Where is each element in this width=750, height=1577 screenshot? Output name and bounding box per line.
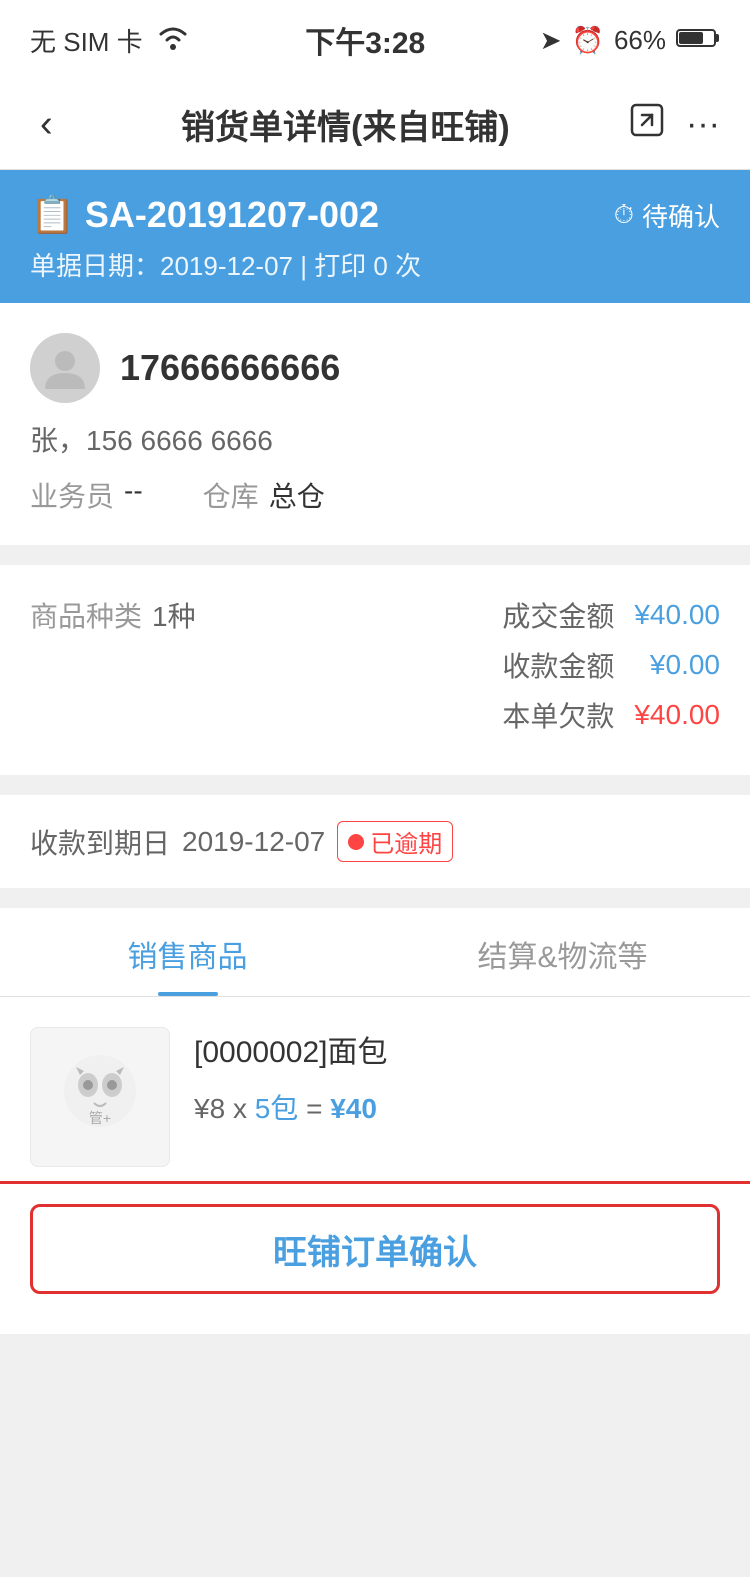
warehouse-item: 仓库 总仓 (203, 475, 325, 515)
due-date-value: 2019-12-07 (182, 826, 325, 858)
amounts-group: 成交金额 ¥40.00 收款金额 ¥0.00 本单欠款 ¥40.00 (502, 595, 720, 745)
price-equals: = (306, 1093, 330, 1124)
receipt-amount-value: ¥0.00 (650, 649, 720, 681)
battery-label: 66% (614, 25, 666, 56)
deal-amount-row: 成交金额 ¥40.00 (502, 595, 720, 635)
alarm-icon: ⏰ (572, 25, 604, 56)
customer-meta: 业务员 -- 仓库 总仓 (30, 475, 720, 515)
tab-settlement-logistics[interactable]: 结算&物流等 (375, 908, 750, 996)
due-date-label: 收款到期日 (30, 822, 170, 862)
nav-bar: ‹ 销货单详情(来自旺铺) ··· (0, 80, 750, 170)
customer-top: 17666666666 (30, 333, 720, 403)
product-thumb-logo: 管+ (60, 1051, 140, 1143)
overdue-badge: 已逾期 (337, 821, 453, 862)
customer-id: 17666666666 (120, 347, 340, 389)
order-status-badge: ⏱ 待确认 (614, 197, 720, 234)
info-row: 商品种类 1种 成交金额 ¥40.00 收款金额 ¥0.00 本单欠款 ¥40.… (30, 595, 720, 745)
order-info-section: 商品种类 1种 成交金额 ¥40.00 收款金额 ¥0.00 本单欠款 ¥40.… (0, 565, 750, 775)
status-bar: 无 SIM 卡 下午3:28 ➤ ⏰ 66% (0, 0, 750, 80)
product-section: 管+ [0000002]面包 ¥8 x 5包 = ¥40 (0, 997, 750, 1197)
order-icon: 📋 (30, 194, 75, 236)
confirm-btn-container: 旺铺订单确认 (0, 1181, 750, 1334)
status-time: 下午3:28 (305, 18, 425, 62)
customer-name-phone: 张，156 6666 6666 (30, 419, 720, 459)
product-type-value: 1种 (152, 595, 196, 635)
order-number-text: SA-20191207-002 (85, 194, 379, 236)
price-unit: ¥8 (194, 1093, 225, 1124)
product-type-group: 商品种类 1种 (30, 595, 196, 645)
status-text: 待确认 (642, 197, 720, 234)
product-info: [0000002]面包 ¥8 x 5包 = ¥40 (194, 1027, 720, 1127)
page-spacer (0, 1417, 750, 1577)
salesman-label: 业务员 (30, 475, 114, 515)
clock-icon: ⏱ (614, 199, 634, 231)
nav-actions: ··· (628, 101, 720, 148)
banner-top: 📋 SA-20191207-002 ⏱ 待确认 (30, 194, 720, 236)
debt-amount-label: 本单欠款 (502, 695, 614, 735)
wifi-icon (155, 24, 191, 57)
due-date-section: 收款到期日 2019-12-07 已逾期 (0, 795, 750, 888)
salesman-item: 业务员 -- (30, 475, 143, 515)
product-name: [0000002]面包 (194, 1027, 720, 1071)
warehouse-label: 仓库 (203, 475, 259, 515)
overdue-text: 已逾期 (370, 824, 442, 859)
customer-section: 17666666666 张，156 6666 6666 业务员 -- 仓库 总仓 (0, 303, 750, 545)
back-button[interactable]: ‹ (30, 93, 63, 156)
page-title: 销货单详情(来自旺铺) (63, 100, 628, 149)
price-multiply: x (233, 1093, 255, 1124)
battery-icon (676, 25, 720, 56)
tabs-bar: 销售商品 结算&物流等 (0, 908, 750, 997)
debt-amount-row: 本单欠款 ¥40.00 (502, 695, 720, 735)
price-total: ¥40 (330, 1093, 377, 1124)
receipt-amount-row: 收款金额 ¥0.00 (502, 645, 720, 685)
warehouse-value: 总仓 (269, 475, 325, 515)
price-quantity: 5包 (255, 1093, 299, 1124)
product-thumbnail: 管+ (30, 1027, 170, 1167)
overdue-dot-icon (348, 834, 364, 850)
debt-amount-value: ¥40.00 (634, 699, 720, 731)
receipt-amount-label: 收款金额 (502, 645, 614, 685)
tab-sales-product[interactable]: 销售商品 (0, 908, 375, 996)
header-banner: 📋 SA-20191207-002 ⏱ 待确认 单据日期：2019-12-07 … (0, 170, 750, 303)
avatar (30, 333, 100, 403)
carrier-label: 无 SIM 卡 (30, 22, 143, 59)
share-icon[interactable] (628, 101, 666, 148)
salesman-value: -- (124, 475, 143, 515)
product-item: 管+ [0000002]面包 ¥8 x 5包 = ¥40 (30, 1027, 720, 1167)
status-left: 无 SIM 卡 (30, 22, 191, 59)
confirm-order-button[interactable]: 旺铺订单确认 (30, 1204, 720, 1294)
product-type-item: 商品种类 1种 (30, 595, 196, 635)
status-right: ➤ ⏰ 66% (540, 25, 720, 56)
product-price: ¥8 x 5包 = ¥40 (194, 1087, 720, 1127)
order-date-print: 单据日期：2019-12-07 | 打印 0 次 (30, 246, 720, 283)
location-icon: ➤ (540, 25, 562, 56)
order-number: 📋 SA-20191207-002 (30, 194, 379, 236)
deal-amount-label: 成交金额 (502, 595, 614, 635)
deal-amount-value: ¥40.00 (634, 599, 720, 631)
svg-text:管+: 管+ (89, 1110, 111, 1126)
more-icon[interactable]: ··· (686, 105, 720, 144)
product-type-label: 商品种类 (30, 595, 142, 635)
